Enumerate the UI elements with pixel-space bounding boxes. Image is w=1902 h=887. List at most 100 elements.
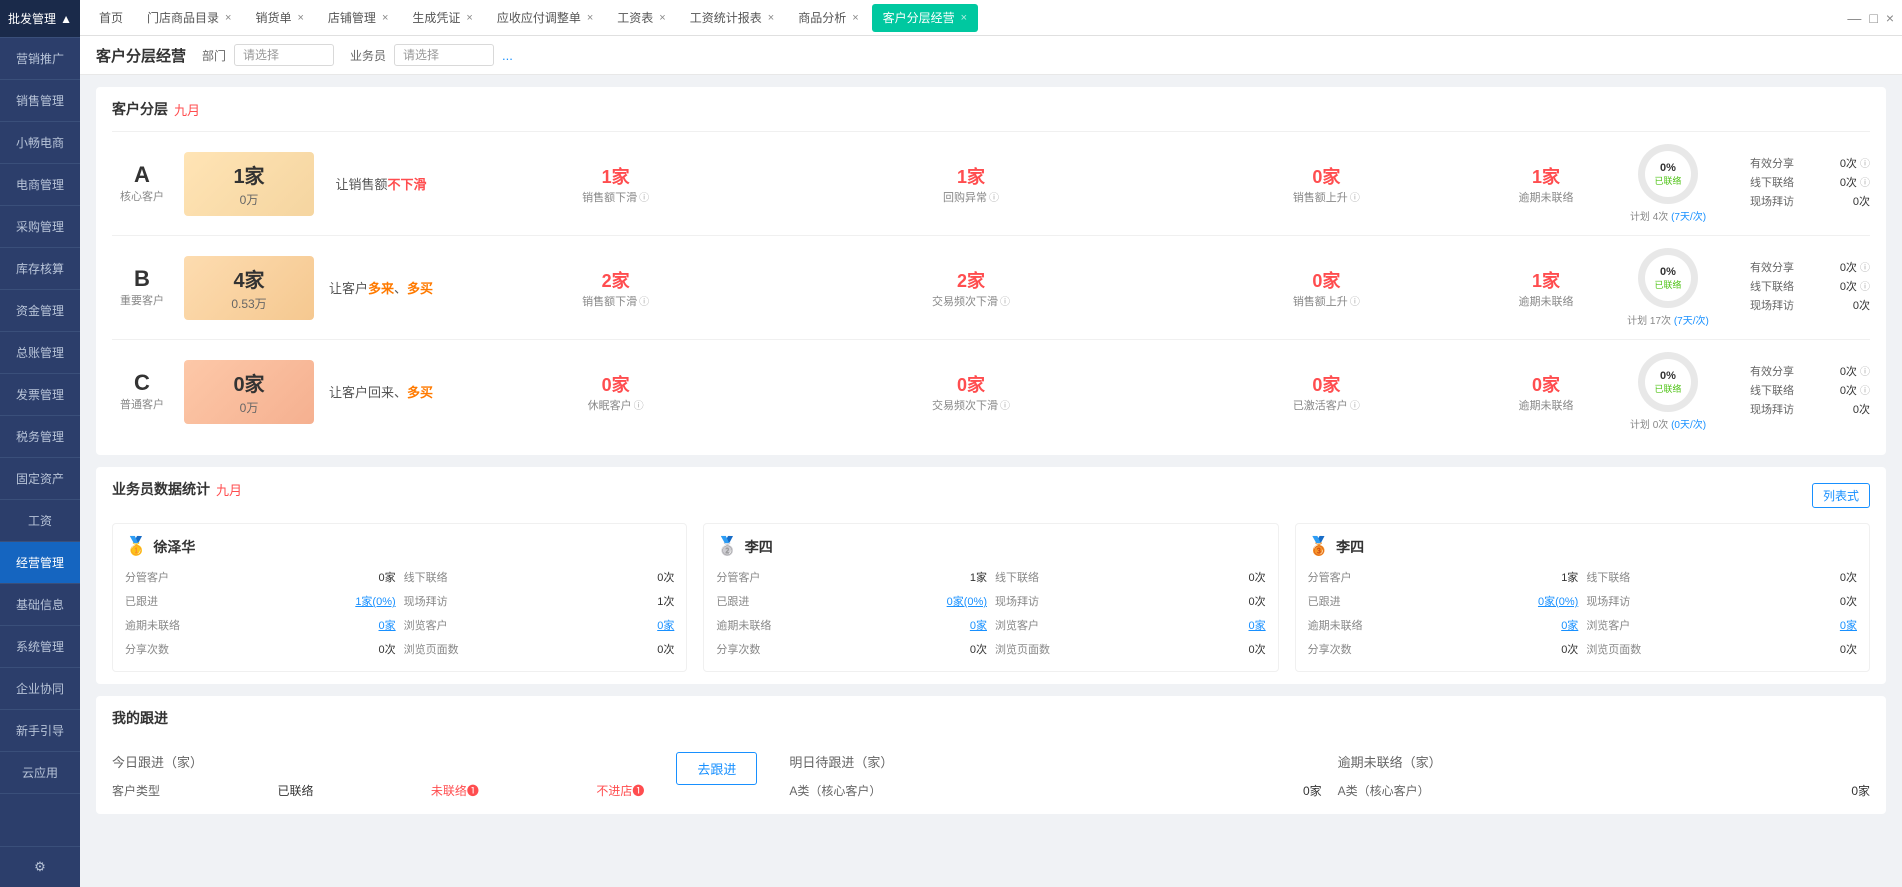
tier-overdue-b[interactable]: 1家 逾期未联络	[1506, 267, 1586, 309]
sidebar-header[interactable]: 批发管理 ▲	[0, 0, 80, 38]
sidebar-item-shuiwu[interactable]: 税务管理	[0, 416, 80, 458]
close-icon[interactable]: ×	[297, 12, 303, 24]
tier-visit-a: 0% 已联络 计划 4次 (7天/次)	[1598, 144, 1738, 223]
tab-customer-tier[interactable]: 客户分层经营 ×	[872, 4, 978, 32]
follow-grid: 今日跟进（家） 客户类型 已联络 未联络❶ 不进店❶ 去跟进 明日待跟进（家） …	[112, 752, 1870, 802]
sidebar-title: 批发管理	[8, 10, 56, 27]
sidebar-item-xiaoshou[interactable]: 销售管理	[0, 80, 80, 122]
stat-sales-drop-a[interactable]: 1家 销售额下滑 ⓘ	[448, 163, 783, 205]
tier-overdue-c[interactable]: 0家 逾期未联络	[1506, 371, 1586, 413]
tab-home[interactable]: 首页	[88, 4, 134, 32]
stat-activated-c[interactable]: 0家 已激活客户 ⓘ	[1159, 371, 1494, 413]
tab-bar: 首页 门店商品目录 × 销货单 × 店铺管理 × 生成凭证 × 应收应付调整单 …	[80, 0, 1902, 36]
sidebar-item-xitong[interactable]: 系统管理	[0, 626, 80, 668]
content-header: 客户分层经营 部门 请选择 业务员 请选择 ...	[80, 36, 1902, 75]
tier-right-stats-b: 有效分享0次 ⓘ 线下联络0次 ⓘ 现场拜访0次	[1750, 259, 1870, 316]
settings-icon[interactable]: ⚙	[0, 846, 80, 887]
close-icon[interactable]: ×	[852, 12, 858, 24]
tier-row-c: C 普通客户 0家 0万 让客户回来、多买 0家 休眠客户 ⓘ 0家	[112, 339, 1870, 443]
s-stat: 分享次数0次	[125, 639, 396, 659]
page-content: 客户分层 九月 A 核心客户 1家 0万 让销售额不下滑 1家	[80, 75, 1902, 887]
sidebar-item-guzichan[interactable]: 固定资产	[0, 458, 80, 500]
maximize-icon[interactable]: □	[1869, 10, 1877, 26]
s-stat: 已跟进0家(0%)	[716, 591, 987, 611]
sidebar-item-dianshanggL[interactable]: 电商管理	[0, 164, 80, 206]
close-icon[interactable]: ×	[768, 12, 774, 24]
stat-repurchase-a[interactable]: 1家 回购异常 ⓘ	[803, 163, 1138, 205]
s-stat: 分享次数0次	[1308, 639, 1579, 659]
dept-filter: 部门 请选择	[202, 44, 334, 66]
tab-product-analysis[interactable]: 商品分析 ×	[787, 4, 869, 32]
sidebar-item-kucun[interactable]: 库存核算	[0, 248, 80, 290]
close-window-icon[interactable]: ×	[1886, 10, 1894, 26]
salesman-grid: 🥇 徐泽华 分管客户0家 线下联络0次 已跟进1家(0%) 现场拜访1次 逾期未…	[112, 523, 1870, 672]
s-stat: 现场拜访1次	[404, 591, 675, 611]
sidebar-item-xiaochang[interactable]: 小畅电商	[0, 122, 80, 164]
tab-payroll[interactable]: 工资表 ×	[606, 4, 676, 32]
s-stat: 线下联络0次	[1586, 567, 1857, 587]
tier-count-b[interactable]: 4家 0.53万	[184, 256, 314, 320]
stat-freq-drop-c[interactable]: 0家 交易频次下滑 ⓘ	[803, 371, 1138, 413]
stat-freq-drop-b[interactable]: 2家 交易频次下滑 ⓘ	[803, 267, 1138, 309]
progress-circle-c: 0% 已联络	[1638, 352, 1698, 412]
salesman-select[interactable]: 请选择	[394, 44, 494, 66]
sidebar-item-qiye[interactable]: 企业协同	[0, 668, 80, 710]
stat-sales-drop-b[interactable]: 2家 销售额下滑 ⓘ	[448, 267, 783, 309]
stat-dormant-c[interactable]: 0家 休眠客户 ⓘ	[448, 371, 783, 413]
sidebar-item-jingying[interactable]: 经营管理	[0, 542, 80, 584]
more-filters-btn[interactable]: ...	[502, 48, 513, 63]
salesman-name-2: 李四	[1336, 537, 1364, 557]
close-icon[interactable]: ×	[659, 12, 665, 24]
list-view-button[interactable]: 列表式	[1812, 483, 1870, 508]
s-stat: 线下联络0次	[995, 567, 1266, 587]
follow-overdue-col: 逾期未联络（家） A类（核心客户） 0家	[1338, 752, 1870, 802]
tier-count-a[interactable]: 1家 0万	[184, 152, 314, 216]
s-stat: 分管客户0家	[125, 567, 396, 587]
tab-voucher[interactable]: 生成凭证 ×	[401, 4, 483, 32]
salesman-card-0: 🥇 徐泽华 分管客户0家 线下联络0次 已跟进1家(0%) 现场拜访1次 逾期未…	[112, 523, 687, 672]
goto-follow-button[interactable]: 去跟进	[676, 752, 757, 785]
sidebar-item-zijin[interactable]: 资金管理	[0, 290, 80, 332]
sidebar-item-yun[interactable]: 云应用	[0, 752, 80, 794]
minimize-icon[interactable]: —	[1847, 10, 1861, 26]
close-icon[interactable]: ×	[466, 12, 472, 24]
salesman-name-row-1: 🥈 李四	[716, 536, 1265, 557]
sidebar-item-xinshou[interactable]: 新手引导	[0, 710, 80, 752]
salesman-card-2: 🥉 李四 分管客户1家 线下联络0次 已跟进0家(0%) 现场拜访0次 逾期未联…	[1295, 523, 1870, 672]
sidebar-toggle-icon: ▲	[60, 12, 72, 26]
tab-store-products[interactable]: 门店商品目录 ×	[136, 4, 242, 32]
medal-icon-1: 🥈	[716, 536, 738, 557]
tab-payroll-report[interactable]: 工资统计报表 ×	[679, 4, 785, 32]
tier-count-c[interactable]: 0家 0万	[184, 360, 314, 424]
tier-visit-b: 0% 已联络 计划 17次 (7天/次)	[1598, 248, 1738, 327]
sidebar-item-fapiao[interactable]: 发票管理	[0, 374, 80, 416]
stat-sales-rise-a[interactable]: 0家 销售额上升 ⓘ	[1159, 163, 1494, 205]
salesman-label: 业务员	[350, 47, 386, 64]
s-stat: 已跟进0家(0%)	[1308, 591, 1579, 611]
sidebar-item-gongzi[interactable]: 工资	[0, 500, 80, 542]
progress-circle-b: 0% 已联络	[1638, 248, 1698, 308]
s-stat: 现场拜访0次	[995, 591, 1266, 611]
tier-stats-a: 1家 销售额下滑 ⓘ 1家 回购异常 ⓘ 0家 销售额上升 ⓘ	[448, 163, 1494, 205]
close-icon[interactable]: ×	[961, 12, 967, 24]
sidebar-item-jichu[interactable]: 基础信息	[0, 584, 80, 626]
close-icon[interactable]: ×	[587, 12, 593, 24]
follow-title: 我的跟进	[112, 708, 168, 728]
close-icon[interactable]: ×	[225, 12, 231, 24]
close-icon[interactable]: ×	[382, 12, 388, 24]
sidebar-item-caigou[interactable]: 采购管理	[0, 206, 80, 248]
tab-ap-adjust[interactable]: 应收应付调整单 ×	[486, 4, 604, 32]
biz-header: 业务员数据统计 九月 列表式	[112, 479, 1870, 511]
dept-label: 部门	[202, 47, 226, 64]
main-area: 首页 门店商品目录 × 销货单 × 店铺管理 × 生成凭证 × 应收应付调整单 …	[80, 0, 1902, 887]
s-stat: 浏览客户0家	[1586, 615, 1857, 635]
tier-label-c: C 普通客户	[112, 372, 172, 412]
tab-sales[interactable]: 销货单 ×	[244, 4, 314, 32]
tier-overdue-a[interactable]: 1家 逾期未联络	[1506, 163, 1586, 205]
sidebar-item-yingxiao[interactable]: 营销推广	[0, 38, 80, 80]
salesman-stats-2: 分管客户1家 线下联络0次 已跟进0家(0%) 现场拜访0次 逾期未联络0家 浏…	[1308, 567, 1857, 659]
stat-sales-rise-b[interactable]: 0家 销售额上升 ⓘ	[1159, 267, 1494, 309]
tab-shop-manage[interactable]: 店铺管理 ×	[317, 4, 399, 32]
sidebar-item-zhangzhang[interactable]: 总账管理	[0, 332, 80, 374]
dept-select[interactable]: 请选择	[234, 44, 334, 66]
